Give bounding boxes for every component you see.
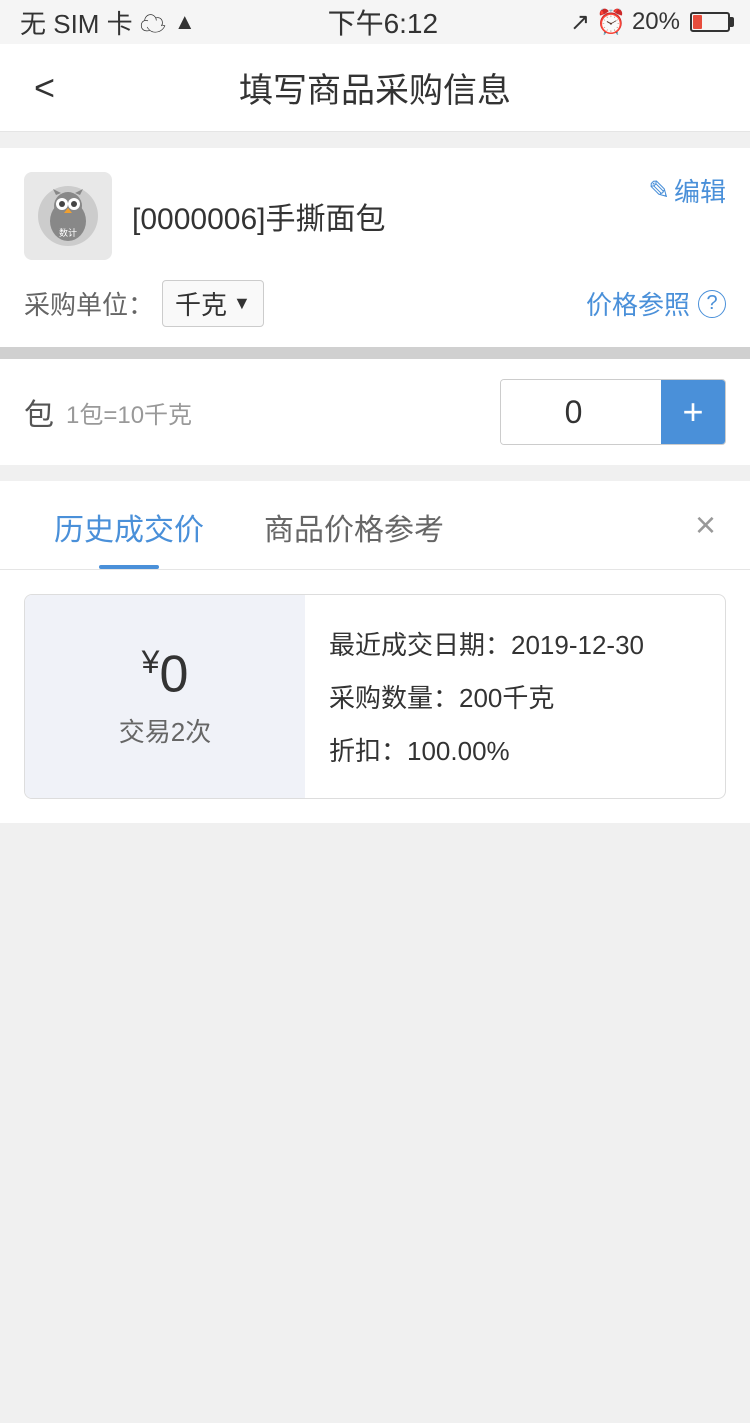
bottom-space xyxy=(0,823,750,1423)
svg-text:数计: 数计 xyxy=(59,227,77,238)
tab-history-price[interactable]: 历史成交价 xyxy=(24,481,234,569)
history-details-panel: 最近成交日期：2019-12-30 采购数量：200千克 折扣：100.00% xyxy=(305,595,725,798)
status-right: ↗ ⏰ 20% xyxy=(570,8,730,37)
wifi-icon: ▲ xyxy=(174,9,196,35)
quantity-input-group: + xyxy=(500,379,726,445)
discount-label: 折扣： xyxy=(329,736,407,766)
alarm-icon: ⏰ xyxy=(596,8,626,37)
bag-conversion: 1包=10千克 xyxy=(66,395,192,430)
nav-bar: < 填写商品采购信息 xyxy=(0,44,750,132)
unit-label: 采购单位： xyxy=(24,285,154,322)
discount-row: 折扣：100.00% xyxy=(329,731,701,768)
quantity-row: 包 1包=10千克 + xyxy=(0,359,750,465)
unit-select[interactable]: 千克 ▼ xyxy=(162,280,264,327)
bag-label: 包 xyxy=(24,390,54,434)
chevron-down-icon: ▼ xyxy=(233,293,251,314)
battery-percent: 20% xyxy=(632,8,680,36)
purchase-qty-row: 采购数量：200千克 xyxy=(329,678,701,715)
help-icon: ? xyxy=(698,290,726,318)
trade-count: 交易2次 xyxy=(119,712,211,749)
history-price-panel: ¥0 交易2次 xyxy=(25,595,305,798)
product-card: 数计 [0000006]手撕面包 ✎ 编辑 采购单位： 千克 ▼ 价格参照 ? xyxy=(0,148,750,347)
page-title: 填写商品采购信息 xyxy=(239,63,511,112)
price-ref-button[interactable]: 价格参照 ? xyxy=(586,285,726,322)
recent-date-label: 最近成交日期： xyxy=(329,630,511,660)
purchase-qty-value: 200千克 xyxy=(459,683,554,713)
product-name: [0000006]手撕面包 xyxy=(132,194,385,238)
history-section: ¥0 交易2次 最近成交日期：2019-12-30 采购数量：200千克 折扣：… xyxy=(0,570,750,823)
discount-value: 100.00% xyxy=(407,736,510,766)
status-left: 无 SIM 卡 ☁ ▲ xyxy=(20,4,196,41)
price-amount: 0 xyxy=(159,645,188,703)
back-button[interactable]: < xyxy=(24,57,65,119)
sim-label: 无 SIM 卡 ☁ xyxy=(20,4,166,41)
tabs-container: 历史成交价 商品价格参考 × xyxy=(0,481,750,570)
tab-product-price-ref[interactable]: 商品价格参考 xyxy=(234,481,474,569)
quantity-input[interactable] xyxy=(501,380,661,444)
tabs-close-button[interactable]: × xyxy=(685,494,726,556)
history-card: ¥0 交易2次 最近成交日期：2019-12-30 采购数量：200千克 折扣：… xyxy=(24,594,726,799)
section-divider xyxy=(0,347,750,359)
product-thumbnail: 数计 xyxy=(24,172,112,260)
quantity-plus-button[interactable]: + xyxy=(661,380,725,444)
battery-icon xyxy=(690,12,730,32)
recent-date-value: 2019-12-30 xyxy=(511,630,644,660)
edit-button[interactable]: ✎ 编辑 xyxy=(648,172,726,209)
purchase-qty-label: 采购数量： xyxy=(329,683,459,713)
currency-symbol: ¥ xyxy=(142,644,160,680)
location-icon: ↗ xyxy=(570,8,590,37)
recent-date-row: 最近成交日期：2019-12-30 xyxy=(329,625,701,662)
history-price-value: ¥0 xyxy=(142,644,189,704)
edit-icon: ✎ xyxy=(648,175,670,206)
status-bar: 无 SIM 卡 ☁ ▲ 下午6:12 ↗ ⏰ 20% xyxy=(0,0,750,44)
status-time: 下午6:12 xyxy=(328,2,439,42)
